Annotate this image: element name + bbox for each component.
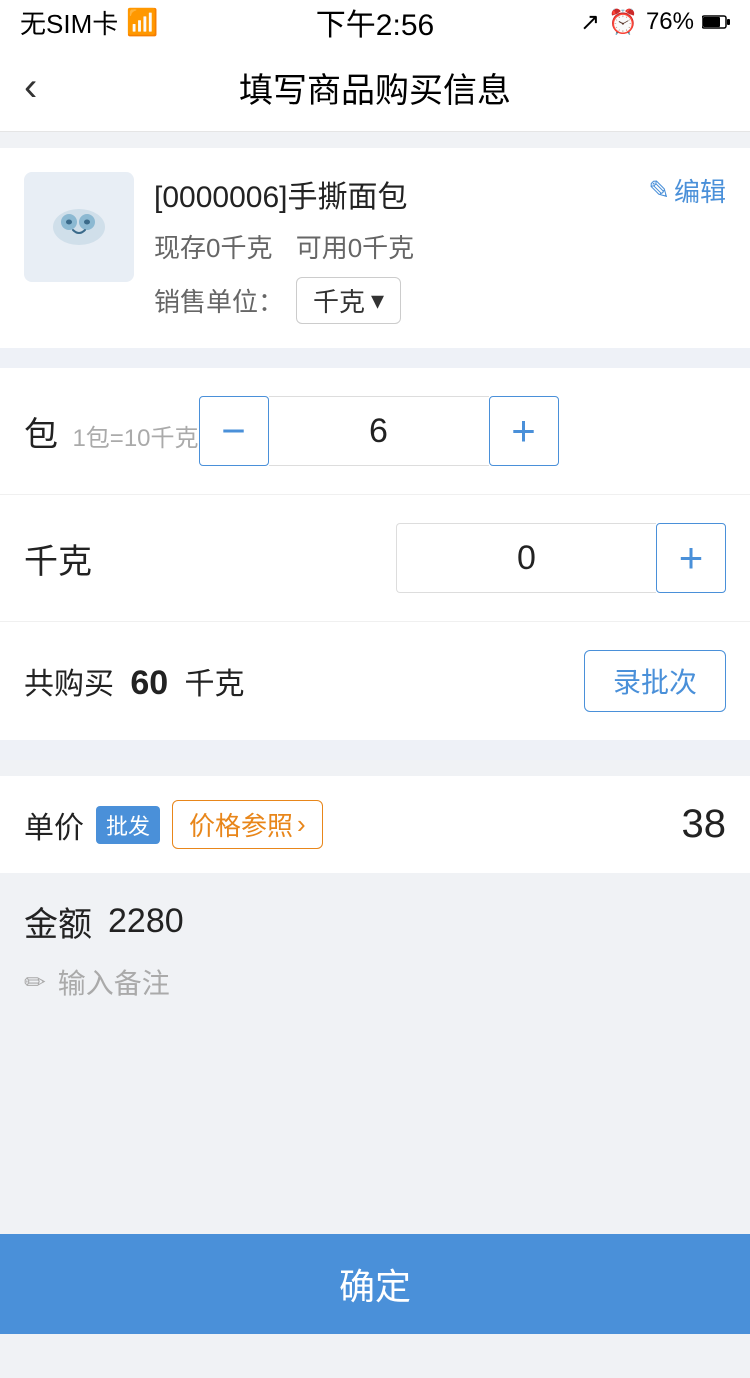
total-label: 共购买	[24, 668, 114, 701]
amount-label: 金额	[24, 897, 92, 946]
carrier-text: 无SIM卡	[20, 4, 118, 41]
note-row: ✏ 输入备注	[24, 962, 726, 1002]
alarm-icon: ⏰	[608, 8, 638, 37]
back-button[interactable]: ‹	[24, 65, 37, 110]
product-unit-row: 销售单位： 千克 ▾	[154, 277, 726, 324]
battery-icon	[702, 8, 730, 36]
price-ref-button[interactable]: 价格参照 ›	[172, 800, 323, 849]
price-section: 单价 批发 价格参照 › 38	[0, 776, 750, 873]
kg-qty-controls: +	[396, 523, 726, 593]
kg-qty-row: 千克 +	[0, 495, 750, 622]
amount-row: 金额 2280	[24, 897, 726, 946]
pencil-icon: ✏	[24, 967, 46, 998]
total-unit: 千克	[185, 668, 245, 701]
price-row: 单价 批发 价格参照 › 38	[24, 800, 726, 849]
edit-icon: ✎	[648, 175, 670, 206]
pack-minus-button[interactable]: −	[199, 396, 269, 466]
price-ref-label: 价格参照	[189, 806, 293, 843]
total-value: 60	[130, 664, 168, 702]
pack-qty-input[interactable]	[269, 396, 489, 466]
note-placeholder[interactable]: 输入备注	[58, 962, 170, 1002]
wifi-icon: 📶	[126, 7, 158, 38]
kg-label: 千克	[24, 534, 396, 583]
unit-label: 销售单位：	[154, 282, 284, 319]
status-bar: 无SIM卡 📶 下午2:56 ↗ ⏰ 76%	[0, 0, 750, 44]
total-row: 共购买 60 千克 录批次	[0, 622, 750, 740]
section-divider-1	[0, 348, 750, 368]
unit-value: 千克	[313, 282, 365, 319]
product-name: [0000006]手撕面包	[154, 172, 407, 216]
unit-chevron-icon: ▾	[371, 285, 384, 316]
section-divider-2	[0, 740, 750, 760]
stock-text: 现存0千克	[154, 233, 272, 263]
batch-button[interactable]: 录批次	[584, 650, 726, 712]
product-stock: 现存0千克 可用0千克	[154, 228, 726, 265]
available-text: 可用0千克	[296, 233, 414, 263]
pack-qty-controls: − +	[199, 396, 559, 466]
kg-qty-input[interactable]	[396, 523, 656, 593]
location-icon: ↗	[580, 8, 600, 37]
product-thumbnail	[24, 172, 134, 282]
amount-section: 金额 2280 ✏ 输入备注	[0, 873, 750, 1018]
price-badge: 批发	[96, 806, 160, 844]
total-text: 共购买 60 千克	[24, 659, 245, 703]
confirm-button[interactable]: 确定	[0, 1234, 750, 1334]
pack-plus-button[interactable]: +	[489, 396, 559, 466]
status-time: 下午2:56	[316, 0, 434, 44]
quantity-section: 包 1包=10千克 − + 千克 +	[0, 368, 750, 622]
edit-label: 编辑	[674, 172, 726, 209]
pack-label: 包 1包=10千克	[24, 407, 199, 456]
pack-qty-row: 包 1包=10千克 − +	[0, 368, 750, 495]
price-label-row: 单价 批发 价格参照 ›	[24, 800, 323, 849]
battery-text: 76%	[646, 8, 694, 36]
product-card: [0000006]手撕面包 ✎ 编辑 现存0千克 可用0千克 销售单位： 千克 …	[0, 148, 750, 348]
pack-hint: 1包=10千克	[72, 425, 198, 452]
kg-plus-button[interactable]: +	[656, 523, 726, 593]
edit-button[interactable]: ✎ 编辑	[648, 172, 726, 209]
amount-value: 2280	[108, 902, 184, 941]
nav-bar: ‹ 填写商品购买信息	[0, 44, 750, 132]
status-right: ↗ ⏰ 76%	[580, 8, 730, 37]
price-ref-arrow-icon: ›	[297, 809, 306, 840]
price-label: 单价	[24, 803, 84, 847]
unit-selector[interactable]: 千克 ▾	[296, 277, 401, 324]
page-title: 填写商品购买信息	[239, 63, 511, 112]
status-left: 无SIM卡 📶	[20, 4, 159, 41]
product-info: [0000006]手撕面包 ✎ 编辑 现存0千克 可用0千克 销售单位： 千克 …	[154, 172, 726, 324]
price-value: 38	[682, 802, 727, 847]
